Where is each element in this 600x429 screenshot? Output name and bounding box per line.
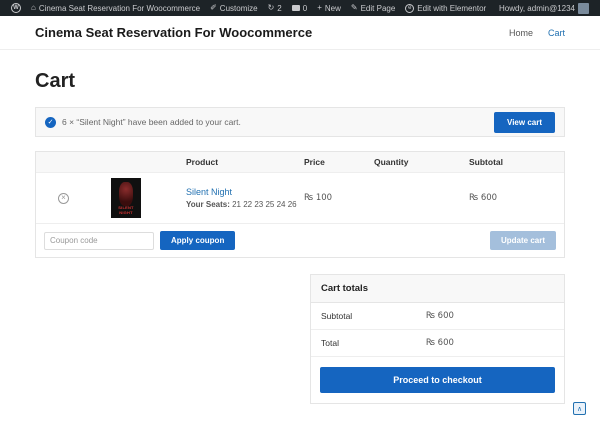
customize-label: Customize xyxy=(219,3,258,13)
admin-bar-comments[interactable]: 0 xyxy=(287,0,312,16)
notice-message: 6 × “Silent Night” have been added to yo… xyxy=(62,117,241,127)
cart-totals-title: Cart totals xyxy=(311,275,564,303)
total-value: ₨ 600 xyxy=(425,338,454,348)
item-subtotal: ₨ 600 xyxy=(469,193,498,203)
view-cart-button[interactable]: View cart xyxy=(494,111,555,133)
seats-values: 21 22 23 25 24 26 xyxy=(229,200,297,209)
apply-coupon-button[interactable]: Apply coupon xyxy=(160,231,236,250)
page-title: Cart xyxy=(35,70,76,92)
poster-title-text: SILENT NIGHT xyxy=(118,205,134,215)
admin-bar-site-menu[interactable]: ⌂ Cinema Seat Reservation For Woocommerc… xyxy=(26,0,205,16)
updates-icon: ↻ xyxy=(267,3,275,12)
product-name-link[interactable]: Silent Night xyxy=(186,187,304,197)
page-content: Cart ✓ 6 × “Silent Night” have been adde… xyxy=(0,70,600,404)
edit-icon: ✎ xyxy=(350,3,358,12)
price-column-header: Price xyxy=(304,157,325,167)
elementor-icon: e xyxy=(405,3,415,13)
admin-bar-account[interactable]: Howdy, admin@1234 xyxy=(494,2,594,14)
plus-icon: + xyxy=(317,3,322,12)
nav-item-home[interactable]: Home xyxy=(509,28,533,38)
cart-item-row: × SILENT NIGHT Silent Night Your Seats: … xyxy=(36,172,564,223)
cart-actions-row: Apply coupon Update cart xyxy=(36,223,564,257)
poster-figure xyxy=(119,182,133,206)
admin-bar-updates[interactable]: ↻ 2 xyxy=(263,0,287,16)
product-column-header: Product xyxy=(186,157,219,167)
scroll-to-top-button[interactable]: ∧ xyxy=(573,402,586,415)
check-icon: ✓ xyxy=(45,116,56,128)
site-title-link[interactable]: Cinema Seat Reservation For Woocommerce xyxy=(35,25,312,40)
subtotal-row: Subtotal ₨ 600 xyxy=(311,303,564,330)
subtotal-value: ₨ 600 xyxy=(425,311,454,321)
nav-item-cart[interactable]: Cart xyxy=(548,28,565,38)
seats-info: Your Seats: 21 22 23 25 24 26 xyxy=(186,200,304,209)
subtotal-label: Subtotal xyxy=(321,311,353,321)
item-price: ₨ 100 xyxy=(304,193,333,203)
subtotal-column-header: Subtotal xyxy=(469,157,503,167)
site-header: Cinema Seat Reservation For Woocommerce … xyxy=(0,16,600,50)
updates-count: 2 xyxy=(277,3,282,13)
product-thumbnail[interactable]: SILENT NIGHT xyxy=(111,178,141,218)
remove-item-icon[interactable]: × xyxy=(58,192,69,204)
edit-page-label: Edit Page xyxy=(360,3,396,13)
cart-table: Product Price Quantity Subtotal × SILENT… xyxy=(35,151,565,258)
main-nav: Home Cart xyxy=(509,28,565,38)
quantity-column-header: Quantity xyxy=(374,157,409,167)
howdy-text: Howdy, admin@1234 xyxy=(498,3,575,13)
admin-bar-new[interactable]: + New xyxy=(312,0,346,16)
customize-icon: ✐ xyxy=(210,3,217,12)
new-label: New xyxy=(324,3,341,13)
avatar xyxy=(578,2,589,14)
cart-totals-panel: Cart totals Subtotal ₨ 600 Total ₨ 600 P… xyxy=(310,274,565,404)
admin-bar-customize[interactable]: ✐ Customize xyxy=(205,0,263,16)
added-to-cart-notice: ✓ 6 × “Silent Night” have been added to … xyxy=(35,107,565,137)
admin-bar-edit-page[interactable]: ✎ Edit Page xyxy=(346,0,400,16)
wp-logo-menu[interactable]: W xyxy=(6,0,26,16)
wordpress-logo-icon: W xyxy=(11,3,21,13)
proceed-to-checkout-button[interactable]: Proceed to checkout xyxy=(320,367,555,393)
comments-count: 0 xyxy=(302,3,308,13)
admin-bar-elementor[interactable]: e Edit with Elementor xyxy=(400,0,491,16)
chevron-up-icon: ∧ xyxy=(576,405,583,413)
admin-bar-site-name: Cinema Seat Reservation For Woocommerce xyxy=(38,3,201,13)
home-icon: ⌂ xyxy=(31,3,36,12)
total-label: Total xyxy=(321,338,339,348)
seats-label: Your Seats: xyxy=(186,200,230,209)
comments-icon xyxy=(291,5,300,11)
wp-admin-bar: W ⌂ Cinema Seat Reservation For Woocomme… xyxy=(0,0,600,16)
total-row: Total ₨ 600 xyxy=(311,330,564,357)
elementor-label: Edit with Elementor xyxy=(417,3,487,13)
coupon-code-input[interactable] xyxy=(44,231,154,250)
update-cart-button[interactable]: Update cart xyxy=(489,231,556,250)
cart-table-header: Product Price Quantity Subtotal xyxy=(36,152,564,172)
